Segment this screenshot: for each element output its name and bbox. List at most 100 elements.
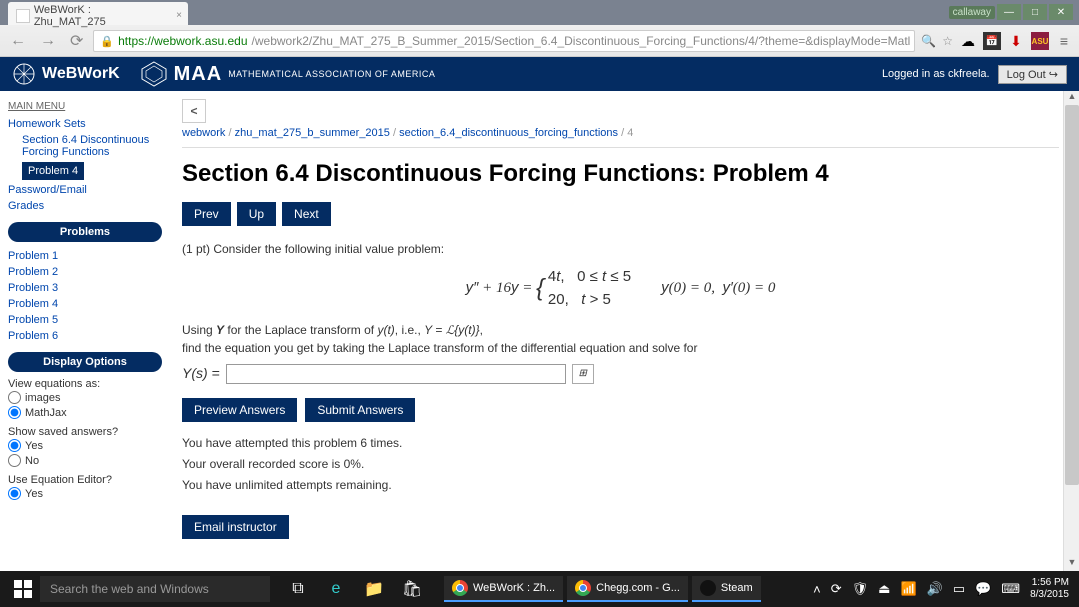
crumb-section[interactable]: section_6.4_discontinuous_forcing_functi… bbox=[399, 127, 618, 139]
sidebar-problem-2[interactable]: Problem 2 bbox=[8, 264, 162, 280]
ext-dl-icon[interactable]: ⬇ bbox=[1007, 32, 1025, 50]
prev-button[interactable]: Prev bbox=[182, 202, 231, 226]
taskbar-app-steam[interactable]: Steam bbox=[692, 576, 761, 602]
next-button[interactable]: Next bbox=[282, 202, 331, 226]
ext-asu-icon[interactable]: ASU bbox=[1031, 32, 1049, 50]
browser-tab[interactable]: WeBWorK : Zhu_MAT_275 × bbox=[8, 2, 188, 25]
scroll-up-icon[interactable]: ▲ bbox=[1064, 91, 1079, 105]
content-area: < webwork / zhu_mat_275_b_summer_2015 / … bbox=[170, 91, 1079, 571]
window-controls: callaway — □ ✕ bbox=[949, 4, 1073, 20]
up-button[interactable]: Up bbox=[237, 202, 276, 226]
maa-text: MAA bbox=[174, 63, 223, 86]
taskbar: Search the web and Windows ⧉ e 📁 🛍 WeBWo… bbox=[0, 571, 1079, 607]
taskbar-app-webwork[interactable]: WeBWorK : Zh... bbox=[444, 576, 563, 602]
submit-answers-button[interactable]: Submit Answers bbox=[305, 398, 415, 422]
edge-icon[interactable]: e bbox=[324, 577, 348, 601]
chrome-icon bbox=[452, 580, 468, 596]
zoom-icon[interactable]: 🔍 bbox=[921, 34, 936, 48]
preview-answers-button[interactable]: Preview Answers bbox=[182, 398, 297, 422]
answer-actions: Preview Answers Submit Answers bbox=[182, 398, 1059, 422]
problems-heading: Problems bbox=[8, 222, 162, 242]
chrome-icon bbox=[575, 580, 591, 596]
nav-forward-icon[interactable]: → bbox=[36, 32, 60, 50]
status-attempts: You have attempted this problem 6 times. bbox=[182, 434, 1059, 452]
tab-bar: WeBWorK : Zhu_MAT_275 × callaway — □ ✕ bbox=[0, 0, 1079, 25]
task-view-icon[interactable]: ⧉ bbox=[286, 577, 310, 601]
tray-action-icon[interactable]: 💬 bbox=[975, 581, 991, 597]
logout-button[interactable]: Log Out ↪ bbox=[998, 65, 1067, 84]
sidebar: MAIN MENU Homework Sets Section 6.4 Disc… bbox=[0, 91, 170, 571]
taskbar-search[interactable]: Search the web and Windows bbox=[40, 576, 270, 602]
menu-icon[interactable]: ≡ bbox=[1055, 32, 1073, 50]
problem-intro: (1 pt) Consider the following initial va… bbox=[182, 240, 1059, 258]
tray-volume-icon[interactable]: 🔊 bbox=[927, 581, 943, 597]
sidebar-grades[interactable]: Grades bbox=[8, 198, 162, 214]
sidebar-section-link[interactable]: Section 6.4 Discontinuous Forcing Functi… bbox=[22, 132, 162, 160]
tab-favicon bbox=[16, 9, 30, 23]
sidebar-problem-1[interactable]: Problem 1 bbox=[8, 248, 162, 264]
show-saved-yes[interactable]: Yes bbox=[8, 438, 162, 453]
display-options-heading: Display Options bbox=[8, 352, 162, 372]
address-bar: ← → ⟳ 🔒 https://webwork.asu.edu/webwork2… bbox=[0, 25, 1079, 57]
user-label: callaway bbox=[949, 6, 995, 19]
show-saved-no[interactable]: No bbox=[8, 453, 162, 468]
close-icon[interactable]: × bbox=[176, 10, 182, 21]
minimize-icon[interactable]: — bbox=[997, 4, 1021, 20]
taskbar-app-chegg[interactable]: Chegg.com - G... bbox=[567, 576, 688, 602]
maa-logo-block[interactable]: MAA MATHEMATICAL ASSOCIATION OF AMERICA bbox=[140, 60, 436, 88]
answer-row: Y(s) = ⊞ bbox=[182, 363, 1059, 384]
sidebar-password[interactable]: Password/Email bbox=[8, 182, 162, 198]
sidebar-active-problem[interactable]: Problem 4 bbox=[22, 162, 84, 180]
tray-network-icon[interactable]: ▭ bbox=[953, 581, 965, 597]
tray-eject-icon[interactable]: ⏏ bbox=[878, 581, 890, 597]
scroll-down-icon[interactable]: ▼ bbox=[1064, 557, 1079, 571]
reload-icon[interactable]: ⟳ bbox=[66, 31, 87, 51]
show-saved-label: Show saved answers? bbox=[8, 426, 162, 438]
tray-shield-icon[interactable]: 🛡 bbox=[852, 581, 869, 597]
sidebar-homework-sets[interactable]: Homework Sets bbox=[8, 116, 162, 132]
system-tray: ˄ ⟳ 🛡 ⏏ 📶 🔊 ▭ 💬 ⌨ 1:56 PM 8/3/2015 bbox=[813, 577, 1073, 601]
tray-chevron-up-icon[interactable]: ˄ bbox=[813, 582, 821, 597]
url-field[interactable]: 🔒 https://webwork.asu.edu/webwork2/Zhu_M… bbox=[93, 30, 915, 52]
close-window-icon[interactable]: ✕ bbox=[1049, 4, 1073, 20]
sidebar-problem-5[interactable]: Problem 5 bbox=[8, 312, 162, 328]
tray-keyboard-icon[interactable]: ⌨ bbox=[1001, 581, 1020, 597]
view-eq-images[interactable]: images bbox=[8, 390, 162, 405]
equation-editor-label: Use Equation Editor? bbox=[8, 474, 162, 486]
tray-wifi-icon[interactable]: 📶 bbox=[900, 581, 916, 597]
page-title: Section 6.4 Discontinuous Forcing Functi… bbox=[182, 160, 1059, 188]
maximize-icon[interactable]: □ bbox=[1023, 4, 1047, 20]
start-button[interactable] bbox=[6, 574, 40, 604]
ext-cal-icon[interactable]: 📅 bbox=[983, 32, 1001, 50]
problem-nav: Prev Up Next bbox=[182, 202, 1059, 226]
pinned-icons: ⧉ e 📁 🛍 bbox=[286, 577, 424, 601]
scroll-thumb[interactable] bbox=[1065, 105, 1079, 485]
sidebar-problem-3[interactable]: Problem 3 bbox=[8, 280, 162, 296]
view-eq-mathjax[interactable]: MathJax bbox=[8, 405, 162, 420]
ext-cloud-icon[interactable]: ☁ bbox=[959, 32, 977, 50]
store-icon[interactable]: 🛍 bbox=[400, 577, 424, 601]
webwork-logo[interactable]: WeBWorK bbox=[12, 62, 120, 86]
crumb-course[interactable]: zhu_mat_275_b_summer_2015 bbox=[235, 127, 390, 139]
explorer-icon[interactable]: 📁 bbox=[362, 577, 386, 601]
status-remaining: You have unlimited attempts remaining. bbox=[182, 476, 1059, 494]
url-path: /webwork2/Zhu_MAT_275_B_Summer_2015/Sect… bbox=[252, 34, 911, 48]
tray-sync-icon[interactable]: ⟳ bbox=[831, 581, 842, 597]
crumb-webwork[interactable]: webwork bbox=[182, 127, 225, 139]
sidebar-problem-6[interactable]: Problem 6 bbox=[8, 328, 162, 344]
nav-back-icon[interactable]: ← bbox=[6, 32, 30, 50]
sidebar-problem-4[interactable]: Problem 4 bbox=[8, 296, 162, 312]
equation-editor-button[interactable]: ⊞ bbox=[572, 364, 594, 384]
equation-editor-yes[interactable]: Yes bbox=[8, 486, 162, 501]
running-apps: WeBWorK : Zh... Chegg.com - G... Steam bbox=[444, 576, 761, 602]
back-button[interactable]: < bbox=[182, 99, 206, 123]
steam-icon bbox=[700, 580, 716, 596]
scrollbar[interactable]: ▲ ▼ bbox=[1063, 91, 1079, 571]
answer-input[interactable] bbox=[226, 364, 566, 384]
browser-chrome: WeBWorK : Zhu_MAT_275 × callaway — □ ✕ ←… bbox=[0, 0, 1079, 57]
maa-icon bbox=[140, 60, 168, 88]
main-menu-heading: MAIN MENU bbox=[8, 101, 162, 112]
taskbar-clock[interactable]: 1:56 PM 8/3/2015 bbox=[1030, 577, 1073, 601]
star-icon[interactable]: ☆ bbox=[942, 34, 953, 48]
email-instructor-button[interactable]: Email instructor bbox=[182, 515, 289, 539]
